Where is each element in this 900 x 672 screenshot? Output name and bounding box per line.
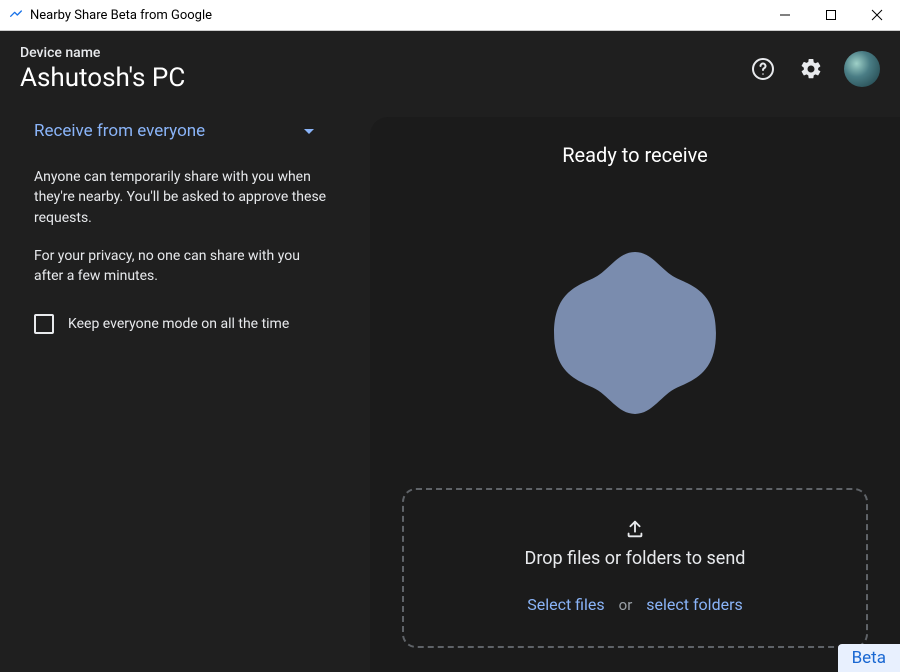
chevron-down-icon <box>304 129 314 134</box>
window-titlebar: Nearby Share Beta from Google <box>0 0 900 31</box>
ready-title: Ready to receive <box>562 143 708 167</box>
device-name-label: Device name <box>20 45 185 61</box>
or-text: or <box>619 596 633 614</box>
drop-title: Drop files or folders to send <box>525 548 746 569</box>
upload-icon <box>624 518 646 540</box>
receive-description-1: Anyone can temporarily share with you wh… <box>34 167 330 228</box>
device-name-value: Ashutosh's PC <box>20 63 185 93</box>
right-panel: Ready to receive Drop files or folders t… <box>370 117 900 672</box>
blob-graphic <box>547 245 723 421</box>
minimize-button[interactable] <box>762 0 808 31</box>
receive-mode-dropdown[interactable]: Receive from everyone <box>34 117 314 145</box>
select-files-button[interactable]: Select files <box>527 595 604 614</box>
settings-button[interactable] <box>796 54 826 84</box>
nearby-share-icon <box>8 7 24 23</box>
account-avatar[interactable] <box>844 51 880 87</box>
close-button[interactable] <box>854 0 900 31</box>
app-header: Device name Ashutosh's PC <box>0 31 900 103</box>
select-folders-button[interactable]: select folders <box>646 595 742 614</box>
help-button[interactable] <box>748 54 778 84</box>
keep-on-label: Keep everyone mode on all the time <box>68 316 289 332</box>
receive-description: Anyone can temporarily share with you wh… <box>34 167 330 286</box>
drop-zone[interactable]: Drop files or folders to send Select fil… <box>402 488 868 648</box>
receive-description-2: For your privacy, no one can share with … <box>34 246 330 287</box>
left-panel: Receive from everyone Anyone can tempora… <box>0 117 350 672</box>
window-controls <box>762 0 900 31</box>
receive-mode-label: Receive from everyone <box>34 121 205 141</box>
receive-graphic-zone <box>402 177 868 488</box>
keep-on-checkbox[interactable] <box>34 314 54 334</box>
keep-on-checkbox-row[interactable]: Keep everyone mode on all the time <box>34 314 330 334</box>
beta-badge: Beta <box>838 644 900 672</box>
window-title: Nearby Share Beta from Google <box>30 8 212 23</box>
device-block: Device name Ashutosh's PC <box>20 45 185 93</box>
maximize-button[interactable] <box>808 0 854 31</box>
